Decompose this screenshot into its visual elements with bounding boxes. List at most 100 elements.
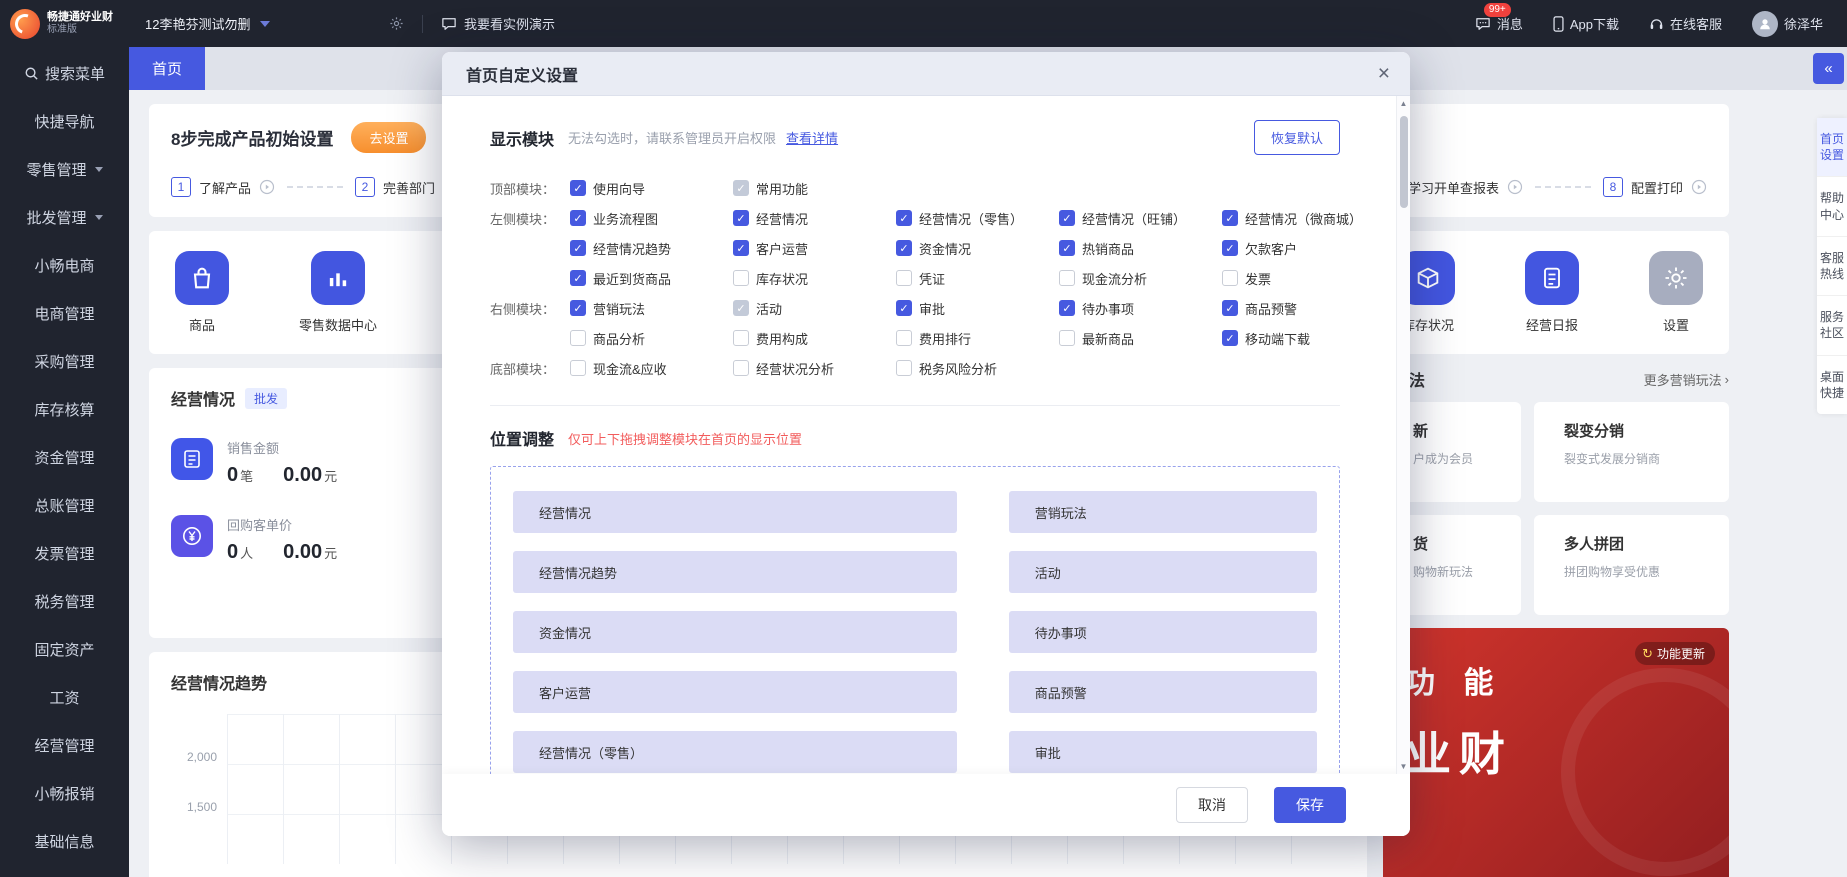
sidebar-item-小畅报销[interactable]: 小畅报销 xyxy=(0,769,129,817)
modal-scrollbar[interactable]: ▲ ▼ xyxy=(1396,96,1410,774)
module-option-移动端下载[interactable]: 移动端下载 xyxy=(1222,329,1385,348)
rail-item-帮助中心[interactable]: 帮助中心 xyxy=(1817,177,1847,237)
checkbox-icon[interactable] xyxy=(896,240,912,256)
restore-default-button[interactable]: 恢复默认 xyxy=(1253,120,1340,155)
sidebar-item-小畅电商[interactable]: 小畅电商 xyxy=(0,241,129,289)
module-option-现金流&应收[interactable]: 现金流&应收 xyxy=(570,359,733,378)
setup-step-8[interactable]: 8 配置打印 xyxy=(1602,177,1707,197)
demo-link[interactable]: 我要看实例演示 xyxy=(441,14,555,33)
checkbox-icon[interactable] xyxy=(570,180,586,196)
sidebar-item-税务管理[interactable]: 税务管理 xyxy=(0,577,129,625)
checkbox-icon[interactable] xyxy=(733,240,749,256)
rail-item-桌面快捷[interactable]: 桌面快捷 xyxy=(1817,356,1847,414)
drag-item-审批[interactable]: 审批 xyxy=(1008,731,1317,773)
checkbox-icon[interactable] xyxy=(1222,330,1238,346)
promo-card-多人拼团[interactable]: 多人拼团 拼团购物享受优惠 xyxy=(1534,515,1729,615)
module-option-待办事项[interactable]: 待办事项 xyxy=(1059,299,1222,318)
module-option-审批[interactable]: 审批 xyxy=(896,299,1059,318)
drag-item-商品预警[interactable]: 商品预警 xyxy=(1008,671,1317,713)
drag-item-活动[interactable]: 活动 xyxy=(1008,551,1317,593)
module-option-客户运营[interactable]: 客户运营 xyxy=(733,239,896,258)
user-menu[interactable]: 徐泽华 xyxy=(1751,10,1823,37)
checkbox-icon[interactable] xyxy=(896,330,912,346)
channel-tag[interactable]: 批发 xyxy=(245,387,288,409)
module-option-凭证[interactable]: 凭证 xyxy=(896,269,1059,288)
module-option-经营状况分析[interactable]: 经营状况分析 xyxy=(733,359,896,378)
module-option-经营情况趋势[interactable]: 经营情况趋势 xyxy=(570,239,733,258)
module-option-营销玩法[interactable]: 营销玩法 xyxy=(570,299,733,318)
online-service-button[interactable]: 在线客服 xyxy=(1649,14,1722,33)
module-option-最新商品[interactable]: 最新商品 xyxy=(1059,329,1222,348)
module-option-欠款客户[interactable]: 欠款客户 xyxy=(1222,239,1385,258)
checkbox-icon[interactable] xyxy=(733,180,749,196)
checkbox-icon[interactable] xyxy=(570,330,586,346)
module-option-商品预警[interactable]: 商品预警 xyxy=(1222,299,1385,318)
module-option-最近到货商品[interactable]: 最近到货商品 xyxy=(570,269,733,288)
module-option-经营情况（零售）[interactable]: 经营情况（零售） xyxy=(896,209,1059,228)
checkbox-icon[interactable] xyxy=(570,240,586,256)
module-option-费用排行[interactable]: 费用排行 xyxy=(896,329,1059,348)
view-details-link[interactable]: 查看详情 xyxy=(786,128,838,147)
checkbox-icon[interactable] xyxy=(733,210,749,226)
module-option-库存状况[interactable]: 库存状况 xyxy=(733,269,896,288)
checkbox-icon[interactable] xyxy=(896,210,912,226)
checkbox-icon[interactable] xyxy=(733,300,749,316)
module-设置[interactable]: 设置 xyxy=(1649,251,1703,334)
checkbox-icon[interactable] xyxy=(733,360,749,376)
sidebar-item-固定资产[interactable]: 固定资产 xyxy=(0,625,129,673)
feature-update-badge[interactable]: ↻ 功能更新 xyxy=(1635,642,1715,665)
close-icon[interactable]: × xyxy=(1378,63,1390,84)
promo-banner[interactable]: 功 能 业财 ↻ 功能更新 xyxy=(1383,628,1729,877)
module-option-常用功能[interactable]: 常用功能 xyxy=(733,179,896,198)
checkbox-icon[interactable] xyxy=(733,270,749,286)
module-option-热销商品[interactable]: 热销商品 xyxy=(1059,239,1222,258)
module-option-使用向导[interactable]: 使用向导 xyxy=(570,179,733,198)
sidebar-item-发票管理[interactable]: 发票管理 xyxy=(0,529,129,577)
sidebar-item-批发管理[interactable]: 批发管理 xyxy=(0,193,129,241)
drag-item-待办事项[interactable]: 待办事项 xyxy=(1008,611,1317,653)
module-option-现金流分析[interactable]: 现金流分析 xyxy=(1059,269,1222,288)
drag-item-经营情况[interactable]: 经营情况 xyxy=(513,491,957,533)
drag-item-资金情况[interactable]: 资金情况 xyxy=(513,611,957,653)
more-marketing-link[interactable]: 更多营销玩法 › xyxy=(1644,370,1729,389)
checkbox-icon[interactable] xyxy=(570,360,586,376)
panel-toggle-button[interactable]: « xyxy=(1813,53,1844,84)
promo-card-裂变分销[interactable]: 裂变分销 裂变式发展分销商 xyxy=(1534,402,1729,502)
checkbox-icon[interactable] xyxy=(1222,240,1238,256)
sidebar-item-经营管理[interactable]: 经营管理 xyxy=(0,721,129,769)
sidebar-item-资金管理[interactable]: 资金管理 xyxy=(0,433,129,481)
messages-button[interactable]: 99+ 消息 xyxy=(1475,3,1523,33)
rail-item-服务社区[interactable]: 服务社区 xyxy=(1817,296,1847,356)
checkbox-icon[interactable] xyxy=(570,270,586,286)
module-option-商品分析[interactable]: 商品分析 xyxy=(570,329,733,348)
sidebar-item-采购管理[interactable]: 采购管理 xyxy=(0,337,129,385)
checkbox-icon[interactable] xyxy=(1059,270,1075,286)
module-经营日报[interactable]: 经营日报 xyxy=(1525,251,1579,334)
sidebar-item-总账管理[interactable]: 总账管理 xyxy=(0,481,129,529)
app-download-button[interactable]: App下载 xyxy=(1553,14,1619,33)
checkbox-icon[interactable] xyxy=(1059,240,1075,256)
checkbox-icon[interactable] xyxy=(1059,210,1075,226)
checkbox-icon[interactable] xyxy=(1222,300,1238,316)
rail-item-首页设置[interactable]: 首页设置 xyxy=(1817,118,1847,178)
module-option-业务流程图[interactable]: 业务流程图 xyxy=(570,209,733,228)
module-option-税务风险分析[interactable]: 税务风险分析 xyxy=(896,359,1059,378)
checkbox-icon[interactable] xyxy=(1222,210,1238,226)
workspace-selector[interactable]: 12李艳芬测试勿删 xyxy=(145,14,385,33)
checkbox-icon[interactable] xyxy=(570,300,586,316)
module-option-活动[interactable]: 活动 xyxy=(733,299,896,318)
checkbox-icon[interactable] xyxy=(570,210,586,226)
module-商品[interactable]: 商品 xyxy=(175,251,229,334)
cancel-button[interactable]: 取消 xyxy=(1176,787,1248,823)
module-option-经营情况（微商城）[interactable]: 经营情况（微商城） xyxy=(1222,209,1385,228)
checkbox-icon[interactable] xyxy=(1222,270,1238,286)
sidebar-item-基础信息[interactable]: 基础信息 xyxy=(0,817,129,865)
sidebar-item-电商管理[interactable]: 电商管理 xyxy=(0,289,129,337)
module-零售数据中心[interactable]: 零售数据中心 xyxy=(299,251,377,334)
rail-item-客服热线[interactable]: 客服热线 xyxy=(1817,237,1847,297)
drag-item-经营情况（零售）[interactable]: 经营情况（零售） xyxy=(513,731,957,773)
checkbox-icon[interactable] xyxy=(1059,300,1075,316)
tab-home[interactable]: 首页 xyxy=(129,47,205,90)
sidebar-item-库存核算[interactable]: 库存核算 xyxy=(0,385,129,433)
settings-gear-icon[interactable] xyxy=(389,16,404,31)
